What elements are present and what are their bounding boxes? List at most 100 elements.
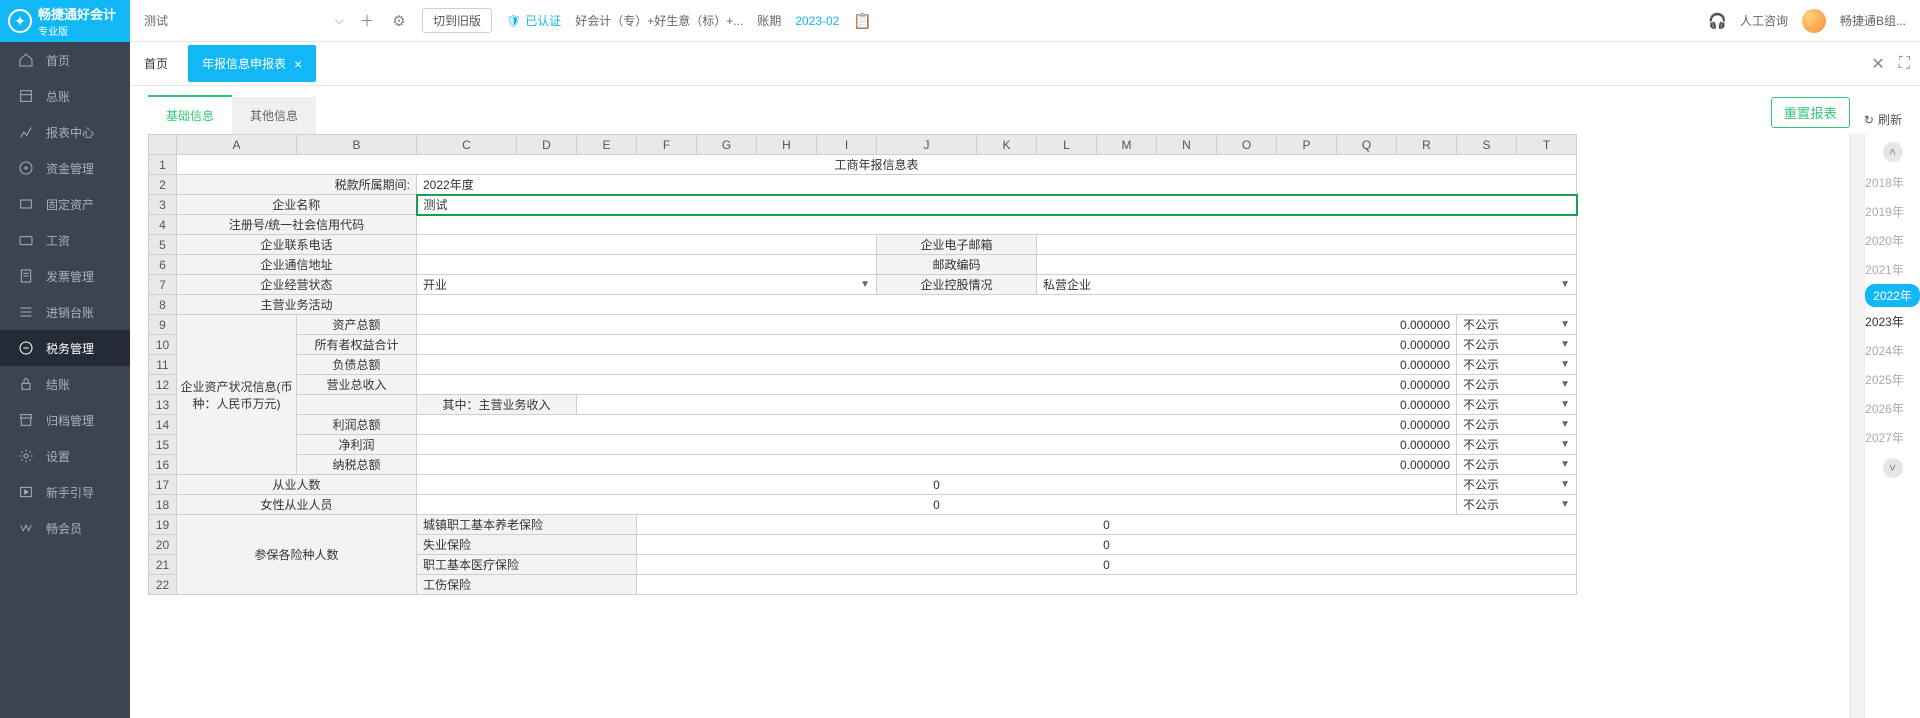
nav-home[interactable]: 首页	[0, 42, 130, 78]
cell[interactable]: 邮政编码	[877, 255, 1037, 275]
row-header[interactable]: 18	[149, 495, 177, 515]
nav-inventory[interactable]: 进销台账	[0, 294, 130, 330]
year-item[interactable]: 2020年	[1865, 226, 1920, 255]
year-item[interactable]: 2027年	[1865, 423, 1920, 452]
year-item[interactable]: 2022年	[1865, 284, 1920, 307]
dropdown-cell[interactable]: 不公示▼	[1457, 475, 1577, 495]
year-item[interactable]: 2025年	[1865, 365, 1920, 394]
cell[interactable]: 0.000000	[417, 415, 1457, 435]
year-down-icon[interactable]: ˅	[1883, 458, 1903, 478]
add-icon[interactable]: ＋	[358, 10, 376, 31]
cell[interactable]: 利润总额	[297, 415, 417, 435]
col-header[interactable]: R	[1397, 135, 1457, 155]
cell[interactable]: 其中：主营业务收入	[417, 395, 577, 415]
col-header[interactable]: Q	[1337, 135, 1397, 155]
close-all-icon[interactable]: ✕	[1871, 54, 1884, 74]
dropdown-cell[interactable]: 不公示▼	[1457, 315, 1577, 335]
cell[interactable]: 0	[417, 475, 1457, 495]
cell[interactable]	[297, 395, 417, 415]
nav-settings[interactable]: 设置	[0, 438, 130, 474]
row-header[interactable]: 8	[149, 295, 177, 315]
cell[interactable]	[417, 295, 1577, 315]
spreadsheet[interactable]: ABCDEFGHIJKLMNOPQRST1工商年报信息表2税款所属期间:2022…	[130, 134, 1850, 718]
close-icon[interactable]: ×	[294, 56, 302, 72]
cell[interactable]: 0.000000	[417, 455, 1457, 475]
row-header[interactable]: 1	[149, 155, 177, 175]
col-header[interactable]: T	[1517, 135, 1577, 155]
cell[interactable]: 企业电子邮箱	[877, 235, 1037, 255]
col-header[interactable]: B	[297, 135, 417, 155]
cell[interactable]: 参保各险种人数	[177, 515, 417, 595]
year-up-icon[interactable]: ˄	[1883, 142, 1903, 162]
brand-logo[interactable]: ✦ 畅捷通好会计 专业版	[0, 0, 130, 42]
refresh-button[interactable]: ↻ 刷新	[1864, 111, 1902, 128]
cell[interactable]: 资产总额	[297, 315, 417, 335]
col-header[interactable]: S	[1457, 135, 1517, 155]
nav-member[interactable]: 畅会员	[0, 510, 130, 546]
cell[interactable]: 0	[637, 535, 1577, 555]
row-header[interactable]: 22	[149, 575, 177, 595]
col-header[interactable]: O	[1217, 135, 1277, 155]
col-header[interactable]: L	[1037, 135, 1097, 155]
row-header[interactable]: 11	[149, 355, 177, 375]
row-header[interactable]: 6	[149, 255, 177, 275]
row-header[interactable]: 19	[149, 515, 177, 535]
cell[interactable]: 企业资产状况信息(币种：人民币万元)	[177, 315, 297, 475]
row-header[interactable]: 5	[149, 235, 177, 255]
col-header[interactable]: K	[977, 135, 1037, 155]
cell[interactable]: 女性从业人员	[177, 495, 417, 515]
cell[interactable]: 从业人数	[177, 475, 417, 495]
tab-home[interactable]: 首页	[144, 55, 168, 72]
row-header[interactable]: 4	[149, 215, 177, 235]
row-header[interactable]: 2	[149, 175, 177, 195]
row-header[interactable]: 15	[149, 435, 177, 455]
cell[interactable]	[637, 575, 1577, 595]
row-header[interactable]: 16	[149, 455, 177, 475]
row-header[interactable]: 3	[149, 195, 177, 215]
cell[interactable]: 税款所属期间:	[177, 175, 417, 195]
row-header[interactable]: 7	[149, 275, 177, 295]
cell[interactable]: 0.000000	[417, 375, 1457, 395]
cell[interactable]: 工伤保险	[417, 575, 637, 595]
settings-icon[interactable]: ⚙	[390, 12, 408, 30]
cell[interactable]: 0	[637, 515, 1577, 535]
headset-icon[interactable]: 🎧	[1708, 12, 1726, 30]
cell[interactable]	[417, 215, 1577, 235]
dropdown-cell[interactable]: 私营企业▼	[1037, 275, 1577, 295]
dropdown-cell[interactable]: 不公示▼	[1457, 435, 1577, 455]
dropdown-cell[interactable]: 不公示▼	[1457, 375, 1577, 395]
cell[interactable]	[417, 235, 877, 255]
dropdown-cell[interactable]: 不公示▼	[1457, 455, 1577, 475]
cell[interactable]: 0.000000	[417, 335, 1457, 355]
dropdown-cell[interactable]: 开业▼	[417, 275, 877, 295]
row-header[interactable]: 21	[149, 555, 177, 575]
nav-fixed-assets[interactable]: 固定资产	[0, 186, 130, 222]
nav-archive[interactable]: 归档管理	[0, 402, 130, 438]
switch-old-button[interactable]: 切到旧版	[422, 8, 492, 33]
cell[interactable]: 0	[637, 555, 1577, 575]
tab-annual-report[interactable]: 年报信息申报表 ×	[188, 45, 316, 82]
col-header[interactable]: J	[877, 135, 977, 155]
col-header[interactable]: C	[417, 135, 517, 155]
user-name[interactable]: 畅捷通B组...	[1840, 12, 1906, 29]
cell[interactable]: 2022年度	[417, 175, 1577, 195]
cell[interactable]: 净利润	[297, 435, 417, 455]
nav-payroll[interactable]: 工资	[0, 222, 130, 258]
cell[interactable]: 企业联系电话	[177, 235, 417, 255]
fullscreen-icon[interactable]: ⛶	[1899, 55, 1910, 73]
row-header[interactable]: 12	[149, 375, 177, 395]
avatar[interactable]	[1802, 9, 1826, 33]
cell[interactable]	[1037, 235, 1577, 255]
dropdown-cell[interactable]: 不公示▼	[1457, 415, 1577, 435]
col-header[interactable]: N	[1157, 135, 1217, 155]
nav-invoice[interactable]: 发票管理	[0, 258, 130, 294]
cell[interactable]	[417, 255, 877, 275]
year-item[interactable]: 2019年	[1865, 197, 1920, 226]
cell[interactable]	[1037, 255, 1577, 275]
cell[interactable]: 企业经营状态	[177, 275, 417, 295]
cell[interactable]: 测试	[417, 195, 1577, 215]
cell[interactable]: 城镇职工基本养老保险	[417, 515, 637, 535]
row-header[interactable]: 13	[149, 395, 177, 415]
year-item[interactable]: 2018年	[1865, 168, 1920, 197]
nav-tax[interactable]: 税务管理	[0, 330, 130, 366]
